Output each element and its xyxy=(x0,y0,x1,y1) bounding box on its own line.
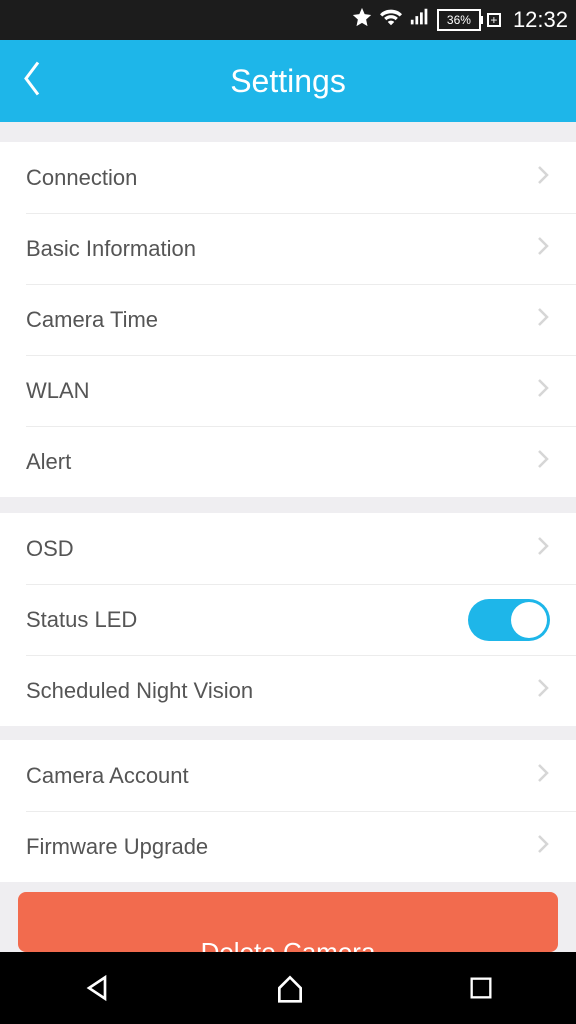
settings-row-connection[interactable]: Connection xyxy=(0,142,576,213)
chevron-right-icon xyxy=(536,448,550,475)
section-gap xyxy=(0,497,576,513)
chevron-right-icon xyxy=(536,762,550,789)
settings-group: Camera Account Firmware Upgrade xyxy=(0,740,576,882)
battery-plus-icon: + xyxy=(487,13,501,27)
settings-row-label: Scheduled Night Vision xyxy=(26,678,536,704)
back-button[interactable] xyxy=(18,59,46,104)
settings-row-label: Firmware Upgrade xyxy=(26,834,536,860)
delete-camera-button[interactable]: Delete Camera xyxy=(18,892,558,952)
chevron-right-icon xyxy=(536,235,550,262)
nav-recent-icon[interactable] xyxy=(467,974,495,1002)
battery-percentage: 36% xyxy=(447,13,471,27)
nav-home-icon[interactable] xyxy=(274,972,306,1004)
settings-row-wlan[interactable]: WLAN xyxy=(0,355,576,426)
chevron-right-icon xyxy=(536,164,550,191)
settings-row-label: Alert xyxy=(26,449,536,475)
signal-icon xyxy=(409,6,431,34)
settings-row-label: Connection xyxy=(26,165,536,191)
star-icon xyxy=(351,6,373,34)
chevron-right-icon xyxy=(536,677,550,704)
nav-back-icon[interactable] xyxy=(81,972,113,1004)
android-status-bar: 36% + 12:32 xyxy=(0,0,576,40)
section-gap xyxy=(0,726,576,740)
battery-icon: 36% xyxy=(437,9,481,31)
settings-row-label: Basic Information xyxy=(26,236,536,262)
settings-row-label: WLAN xyxy=(26,378,536,404)
chevron-right-icon xyxy=(536,833,550,860)
delete-camera-label: Delete Camera xyxy=(201,937,376,952)
settings-row-status-led[interactable]: Status LED xyxy=(0,584,576,655)
toggle-status-led[interactable] xyxy=(468,599,550,641)
toggle-knob xyxy=(511,602,547,638)
settings-row-osd[interactable]: OSD xyxy=(0,513,576,584)
settings-row-label: Status LED xyxy=(26,607,468,633)
settings-group: Connection Basic Information Camera Time WL… xyxy=(0,142,576,497)
chevron-right-icon xyxy=(536,377,550,404)
wifi-icon xyxy=(379,6,403,34)
settings-row-alert[interactable]: Alert xyxy=(0,426,576,497)
settings-row-firmware-upgrade[interactable]: Firmware Upgrade xyxy=(0,811,576,882)
settings-row-label: OSD xyxy=(26,536,536,562)
settings-row-label: Camera Time xyxy=(26,307,536,333)
settings-row-camera-time[interactable]: Camera Time xyxy=(0,284,576,355)
status-bar-clock: 12:32 xyxy=(513,7,568,33)
section-gap xyxy=(0,122,576,142)
settings-row-label: Camera Account xyxy=(26,763,536,789)
page-title: Settings xyxy=(230,63,346,100)
android-nav-bar xyxy=(0,952,576,1024)
settings-row-basic-information[interactable]: Basic Information xyxy=(0,213,576,284)
chevron-right-icon xyxy=(536,306,550,333)
settings-group: OSD Status LED Scheduled Night Vision xyxy=(0,513,576,726)
chevron-right-icon xyxy=(536,535,550,562)
app-header: Settings xyxy=(0,40,576,122)
settings-row-camera-account[interactable]: Camera Account xyxy=(0,740,576,811)
settings-row-scheduled-night-vision[interactable]: Scheduled Night Vision xyxy=(0,655,576,726)
